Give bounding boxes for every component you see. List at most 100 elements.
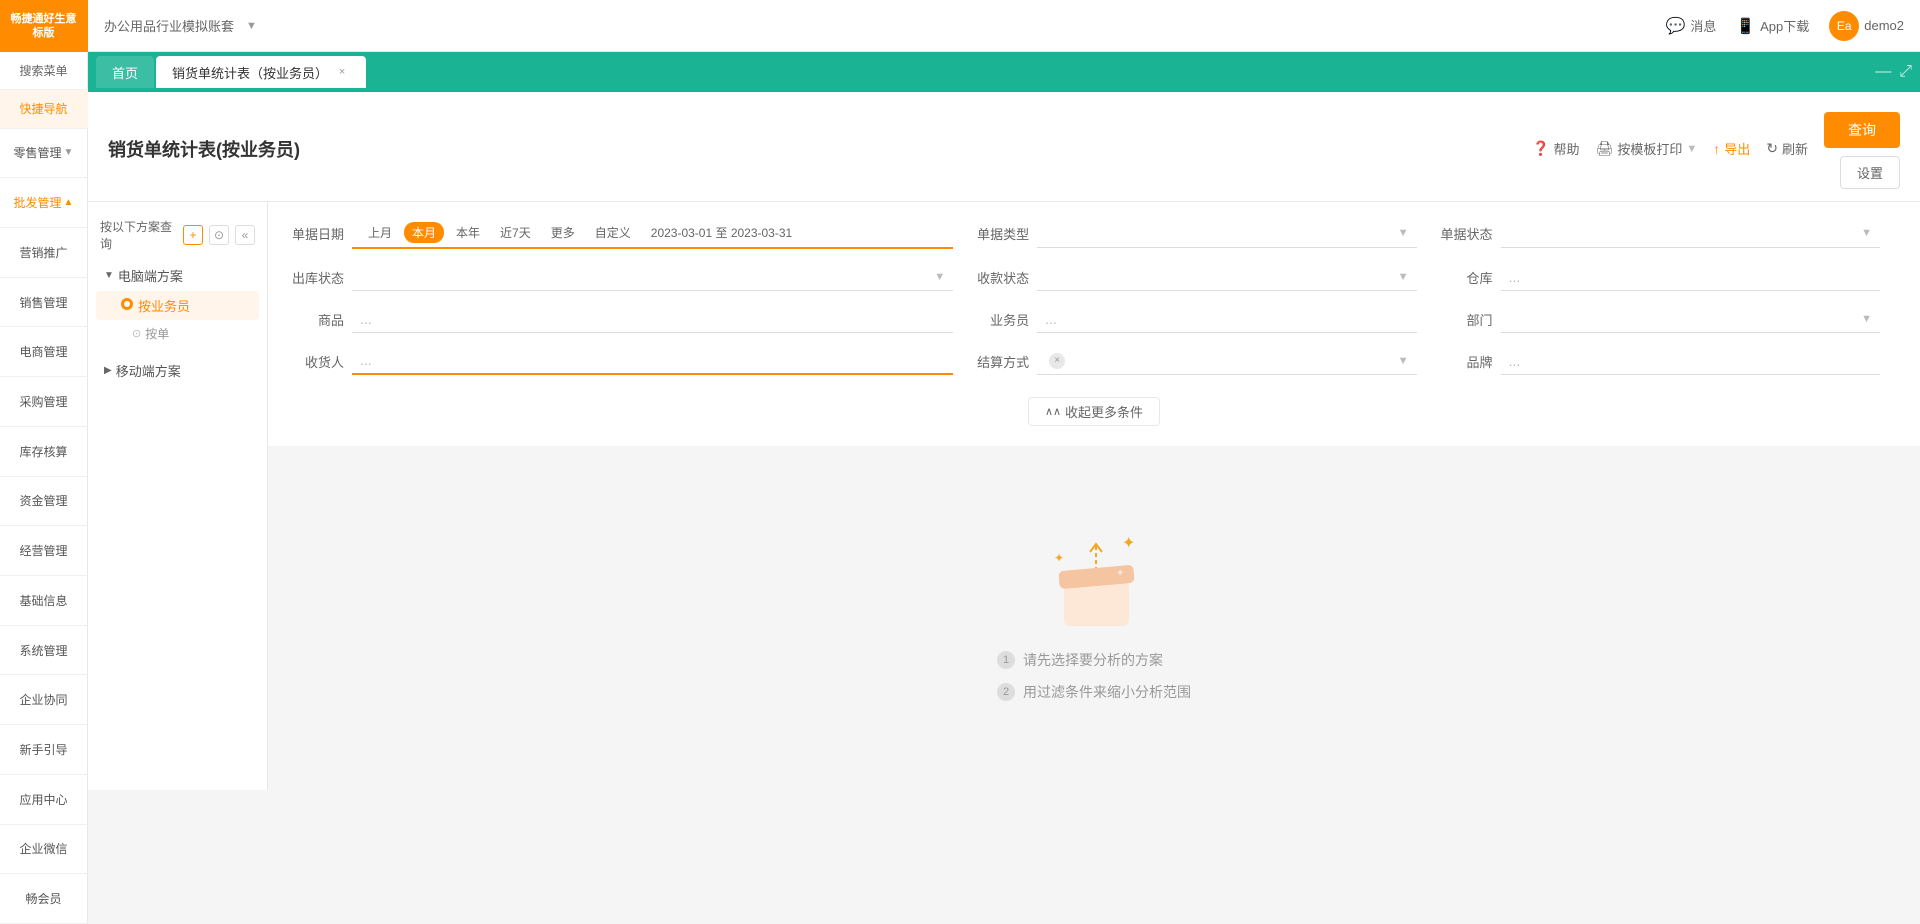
- warehouse-dots-icon[interactable]: ...: [1509, 269, 1521, 285]
- filter-consignee: 收货人 ...: [288, 347, 973, 375]
- active-tab-label: 销货单统计表（按业务员）: [172, 63, 328, 82]
- topbar-left: 办公用品行业模拟账套 ▼: [104, 16, 257, 35]
- chevron-up-icon: ▲: [64, 197, 74, 208]
- doctype-select[interactable]: ▼: [1037, 220, 1416, 248]
- sidebar-item-wholesale[interactable]: 批发管理 ▲: [0, 178, 88, 228]
- settlement-clear-icon[interactable]: ×: [1049, 353, 1065, 369]
- tab-close-icon[interactable]: ×: [334, 64, 350, 80]
- sidebar-item-member[interactable]: 畅会员: [0, 874, 88, 924]
- tree-pc-section[interactable]: ▼ 电脑端方案: [96, 260, 259, 291]
- page-header: 销货单统计表(按业务员) ❓ 帮助 🖨 按模板打印 ▼ ↑ 导出 ↻ 刷新: [88, 92, 1920, 202]
- message-button[interactable]: 💬 消息: [1665, 16, 1716, 36]
- goods-dots-icon[interactable]: ...: [360, 311, 372, 327]
- sidebar-item-quicknav[interactable]: 快捷导航: [0, 90, 88, 128]
- brand-input[interactable]: ...: [1501, 347, 1880, 375]
- empty-state-area: ✦ ✦ ✦ 1 请先选择要分析的方案 2: [268, 446, 1920, 790]
- salesman-input[interactable]: ...: [1037, 305, 1416, 333]
- outstatus-select[interactable]: ▼: [352, 263, 953, 291]
- topbar-right: 💬 消息 📱 App下载 Ea demo2: [1665, 11, 1904, 41]
- topbar: 办公用品行业模拟账套 ▼ 💬 消息 📱 App下载 Ea demo2: [88, 0, 1920, 52]
- query-button[interactable]: 查询: [1824, 112, 1900, 148]
- tree-child-salesman[interactable]: 按业务员: [96, 291, 259, 320]
- receiptstatus-select[interactable]: ▼: [1037, 263, 1416, 291]
- date-tab-thismonth[interactable]: 本月: [404, 222, 444, 243]
- chevron-down-icon: ▼: [246, 20, 257, 32]
- outstatus-arrow-icon: ▼: [934, 271, 945, 283]
- filter-main: 单据日期 上月 本月 本年 近7天 更多 自定义 2023-03-01 至 20…: [268, 202, 1920, 790]
- panel-header: 按以下方案查询 + ⊙ «: [88, 214, 267, 260]
- page-title: 销货单统计表(按业务员): [108, 136, 300, 162]
- outstatus-label: 出库状态: [288, 268, 344, 287]
- print-dropdown-icon[interactable]: ▼: [1686, 143, 1697, 155]
- docstatus-select[interactable]: ▼: [1501, 220, 1880, 248]
- goods-label: 商品: [288, 310, 344, 329]
- tabs-right-actions: — ⤢: [1875, 63, 1912, 81]
- sidebar-item-basic[interactable]: 基础信息: [0, 576, 88, 626]
- warehouse-label: 仓库: [1437, 268, 1493, 287]
- main-area: 办公用品行业模拟账套 ▼ 💬 消息 📱 App下载 Ea demo2 首页 销货…: [88, 0, 1920, 924]
- mobile-section-label: 移动端方案: [116, 361, 181, 380]
- tab-sales-stats[interactable]: 销货单统计表（按业务员） ×: [156, 56, 366, 88]
- consignee-dots-icon[interactable]: ...: [360, 352, 372, 368]
- sidebar-item-appstore[interactable]: 应用中心: [0, 775, 88, 825]
- sidebar-item-corp[interactable]: 企业协同: [0, 675, 88, 725]
- refresh-button[interactable]: ↻ 刷新: [1766, 139, 1808, 158]
- sidebar-item-stock[interactable]: 库存核算: [0, 427, 88, 477]
- tab-home[interactable]: 首页: [96, 56, 154, 88]
- salesman-dots-icon[interactable]: ...: [1045, 311, 1057, 327]
- consignee-input[interactable]: ...: [352, 347, 953, 375]
- svg-text:✦: ✦: [1116, 568, 1124, 579]
- print-button[interactable]: 🖨 按模板打印 ▼: [1596, 139, 1698, 158]
- minimize-icon[interactable]: —: [1875, 63, 1891, 81]
- sidebar-item-newbie[interactable]: 新手引导: [0, 725, 88, 775]
- sidebar-item-finance[interactable]: 资金管理: [0, 477, 88, 527]
- warehouse-input[interactable]: ...: [1501, 263, 1880, 291]
- dept-select[interactable]: ▼: [1501, 305, 1880, 333]
- date-control[interactable]: 上月 本月 本年 近7天 更多 自定义 2023-03-01 至 2023-03…: [352, 218, 953, 249]
- sidebar-item-sales[interactable]: 销售管理: [0, 278, 88, 328]
- collapse-button[interactable]: ∧∧ 收起更多条件: [1028, 397, 1160, 426]
- sidebar-item-purchase[interactable]: 采购管理: [0, 377, 88, 427]
- app-download-button[interactable]: 📱 App下载: [1736, 16, 1809, 35]
- sidebar-item-ecommerce[interactable]: 电商管理: [0, 327, 88, 377]
- sidebar-item-marketing[interactable]: 营销推广: [0, 228, 88, 278]
- date-tab-more[interactable]: 更多: [543, 222, 583, 243]
- goods-input[interactable]: ...: [352, 305, 953, 333]
- user-menu[interactable]: Ea demo2: [1829, 11, 1904, 41]
- date-range-display: 2023-03-01 至 2023-03-31: [651, 224, 792, 241]
- expand-icon[interactable]: ⤢: [1899, 63, 1912, 81]
- sub-icon: ⊙: [132, 327, 141, 340]
- sidebar-item-operation[interactable]: 经营管理: [0, 526, 88, 576]
- export-button[interactable]: ↑ 导出: [1713, 139, 1750, 158]
- filter-docstatus: 单据状态 ▼: [1437, 220, 1900, 248]
- app-logo: 畅捷通好生意 标版: [0, 0, 88, 52]
- doctype-arrow-icon: ▼: [1398, 227, 1409, 239]
- settlement-label: 结算方式: [973, 352, 1029, 371]
- add-plan-icon[interactable]: +: [183, 225, 203, 245]
- home-tab-label: 首页: [112, 63, 138, 82]
- date-tab-thisyear[interactable]: 本年: [448, 222, 488, 243]
- filter-doctype: 单据类型 ▼: [973, 220, 1436, 248]
- account-dropdown[interactable]: 办公用品行业模拟账套: [104, 16, 234, 35]
- sidebar-item-retail[interactable]: 零售管理 ▼: [0, 129, 88, 179]
- sidebar-item-search[interactable]: 搜索菜单: [0, 52, 88, 90]
- settlement-select[interactable]: × ▼: [1037, 347, 1416, 375]
- collapse-panel-icon[interactable]: «: [235, 225, 255, 245]
- date-tab-last7[interactable]: 近7天: [492, 222, 539, 243]
- tree-mobile-section[interactable]: ▶ 移动端方案: [96, 355, 259, 386]
- sidebar-item-system[interactable]: 系统管理: [0, 626, 88, 676]
- settings-button[interactable]: 设置: [1840, 156, 1900, 189]
- date-tab-custom[interactable]: 自定义: [587, 222, 639, 243]
- doctype-label: 单据类型: [973, 224, 1029, 243]
- sidebar-item-wechat[interactable]: 企业微信: [0, 825, 88, 875]
- tree-child-sub-order[interactable]: ⊙ 按单: [96, 320, 259, 347]
- brand-dots-icon[interactable]: ...: [1509, 353, 1521, 369]
- chevron-up-icon: ∧∧: [1045, 405, 1061, 418]
- settlement-arrow-icon: ▼: [1398, 355, 1409, 367]
- settings-plan-icon[interactable]: ⊙: [209, 225, 229, 245]
- avatar: Ea: [1829, 11, 1859, 41]
- active-dot: [120, 297, 134, 314]
- help-button[interactable]: ❓ 帮助: [1532, 139, 1579, 158]
- chevron-right-icon: ▶: [104, 365, 112, 376]
- date-tab-lastmonth[interactable]: 上月: [360, 222, 400, 243]
